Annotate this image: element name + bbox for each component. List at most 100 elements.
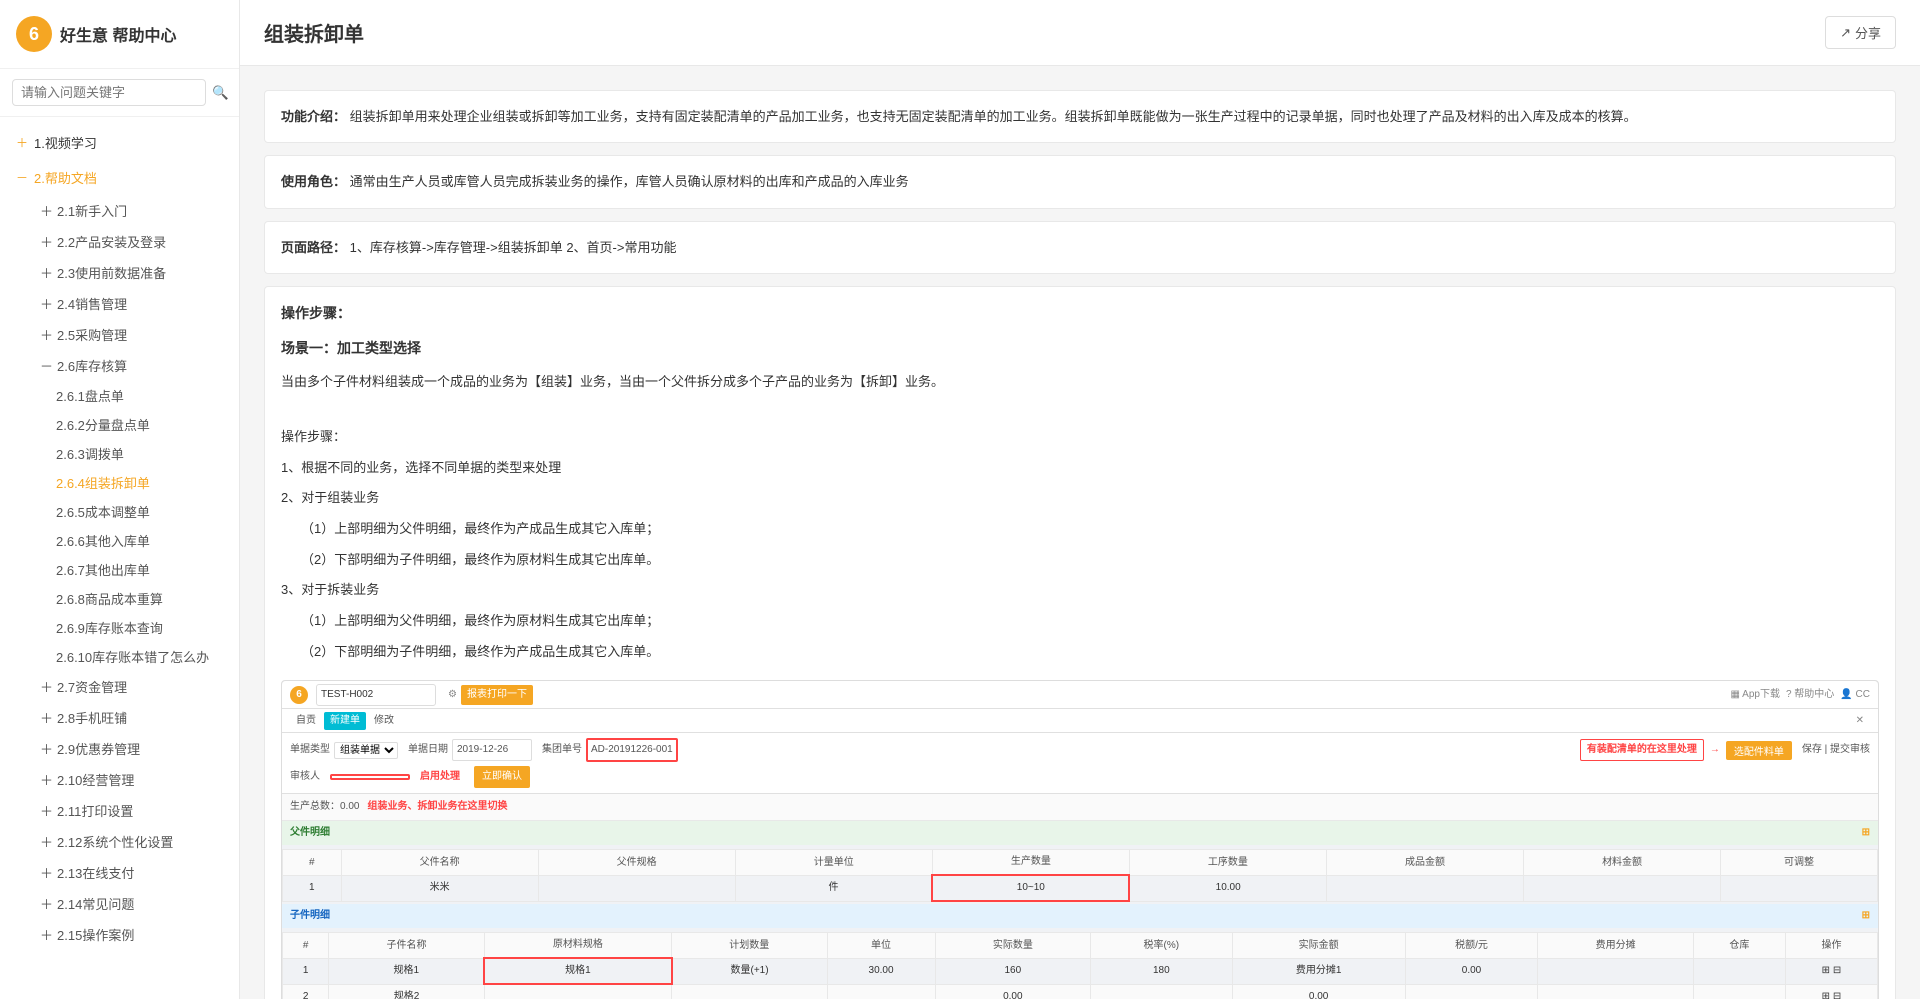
nav-item-268[interactable]: 2.6.8商品成本重算 [40, 584, 239, 613]
mock-field-date: 单据日期 2019-12-26 [408, 739, 532, 761]
plus-icon-210: ＋ [40, 770, 53, 789]
plus-icon-215: ＋ [40, 925, 53, 944]
nav-item-26[interactable]: － 2.6库存核算 [24, 350, 239, 381]
mock-approver-label: 审核人 [290, 768, 320, 786]
step2a: （1）上部明细为父件明细，最终作为产成品生成其它入库单； [281, 517, 1879, 542]
nav-item-266[interactable]: 2.6.6其他入库单 [40, 526, 239, 555]
nav-item-265[interactable]: 2.6.5成本调整单 [40, 497, 239, 526]
nav-sub-2: ＋ 2.1新手入门 ＋ 2.2产品安装及登录 ＋ 2.3使用前数据准备 ＋ 2.… [0, 195, 239, 950]
mock-logo: 6 [290, 686, 308, 704]
step3a: （1）上部明细为父件明细，最终作为原材料生成其它出库单； [281, 609, 1879, 634]
mock-col-no: # [283, 850, 342, 876]
step3b: （2）下部明细为子件明细，最终作为产成品生成其它入库单。 [281, 640, 1879, 665]
mock-close-icon[interactable]: ✕ [1856, 712, 1864, 730]
plus-icon-21: ＋ [40, 201, 53, 220]
plus-icon-27: ＋ [40, 677, 53, 696]
nav-sub-26: 2.6.1盘点单 2.6.2分量盘点单 2.6.3调拨单 2.6.4组装拆卸单 … [24, 381, 239, 671]
steps-content: 当由多个子件材料组装成一个成品的业务为【组装】业务，当由一个父件拆分成多个子产品… [281, 370, 1879, 665]
step3: 3、对于拆装业务 [281, 578, 1879, 603]
screenshot-wrapper: 6 TEST-H002 ⚙ 报表打印一下 ▦ App下载 ? 帮助中心 👤 CC [281, 680, 1879, 999]
nav-item-22[interactable]: ＋ 2.2产品安装及登录 [24, 226, 239, 257]
nav-item-2610[interactable]: 2.6.10库存账本错了怎么办 [40, 642, 239, 671]
plus-icon-25: ＋ [40, 325, 53, 344]
mock-col-parent-name: 父件名称 [341, 850, 538, 876]
mock-confirm-btn[interactable]: 立即确认 [474, 766, 530, 788]
app-logo: 6 [16, 16, 52, 52]
mock-lower-table-area: # 子件名称 原材料规格 计划数量 单位 实际数量 税率(%) 实际金额 税额/ [282, 928, 1878, 999]
mock-menu-edit[interactable]: 修改 [368, 712, 400, 730]
role-label: 使用角色： [281, 174, 346, 189]
mock-date-input[interactable]: 2019-12-26 [452, 739, 532, 761]
nav-item-21[interactable]: ＋ 2.1新手入门 [24, 195, 239, 226]
intro-text: 组装拆卸单用来处理企业组装或拆卸等加工业务，支持有固定装配清单的产品加工业务，也… [350, 109, 1637, 124]
ops-steps-title: 操作步骤： [281, 425, 1879, 450]
mock-no-input[interactable]: AD-20191226-001 [586, 738, 678, 762]
mock-approver-input[interactable] [330, 774, 410, 780]
mock-produce-qty-highlight[interactable]: 10~10 [932, 875, 1129, 901]
mock-lower-table: # 子件名称 原材料规格 计划数量 单位 实际数量 税率(%) 实际金额 税额/ [282, 932, 1878, 999]
role-block: 使用角色： 通常由生产人员或库管人员完成拆装业务的操作，库管人员确认原材料的出库… [264, 155, 1896, 208]
mock-lower-table-wrapper: # 子件名称 原材料规格 计划数量 单位 实际数量 税率(%) 实际金额 税额/ [282, 928, 1878, 999]
scenario1-desc: 当由多个子件材料组装成一个成品的业务为【组装】业务，当由一个父件拆分成多个子产品… [281, 370, 1879, 395]
search-button[interactable]: 🔍 [212, 85, 229, 101]
share-button[interactable]: ↗ 分享 [1825, 16, 1896, 49]
mock-app: 6 TEST-H002 ⚙ 报表打印一下 ▦ App下载 ? 帮助中心 👤 CC [282, 681, 1878, 999]
mock-col-unit: 计量单位 [735, 850, 932, 876]
mock-toolbar-area: 单据类型 组装单据 拆卸单据 单据日期 2019-12-26 [282, 733, 1878, 794]
nav-item-262[interactable]: 2.6.2分量盘点单 [40, 410, 239, 439]
nav-item-27[interactable]: ＋ 2.7资金管理 [24, 671, 239, 702]
mock-menu-new[interactable]: 新建单 [324, 712, 366, 730]
mock-type-select[interactable]: 组装单据 拆卸单据 [334, 742, 398, 759]
mock-field-no: 集团单号 AD-20191226-001 [542, 738, 678, 762]
nav-item-28[interactable]: ＋ 2.8手机旺铺 [24, 702, 239, 733]
mock-upper-expand-btn[interactable]: ⊞ [1862, 824, 1870, 842]
nav-item-23[interactable]: ＋ 2.3使用前数据准备 [24, 257, 239, 288]
nav-item-263[interactable]: 2.6.3调拨单 [40, 439, 239, 468]
mock-switch-annotation: 组装业务、拆卸业务在这里切换 [367, 798, 507, 816]
plus-icon-214: ＋ [40, 894, 53, 913]
mock-col-produce-qty: 生产数量 [932, 850, 1129, 876]
share-icon: ↗ [1840, 25, 1851, 41]
mock-toolbar-row2: 审核人 启用处理 立即确认 [290, 766, 1870, 788]
nav-item-264[interactable]: 2.6.4组装拆卸单 [40, 468, 239, 497]
mock-enable-annotation: 启用处理 [420, 768, 460, 786]
nav-tree: ＋ 1.视频学习 － 2.帮助文档 ＋ 2.1新手入门 ＋ 2.2产品安装及登录 [0, 117, 239, 999]
plus-icon-212: ＋ [40, 832, 53, 851]
mock-topbar-label: ⚙ [448, 686, 457, 704]
nav-item-214[interactable]: ＋ 2.14常见问题 [24, 888, 239, 919]
mock-apps-icon: ▦ App下载 [1731, 686, 1780, 704]
mock-bom-area: 有装配清单的在这里处理 → 选配件料单 保存 | 提交审核 [1580, 739, 1870, 761]
search-input[interactable] [12, 79, 206, 106]
plus-icon-29: ＋ [40, 739, 53, 758]
mock-menubar: 自贡 新建单 修改 ✕ [282, 709, 1878, 733]
main-content: 组装拆卸单 ↗ 分享 功能介绍： 组装拆卸单用来处理企业组装或拆卸等加工业务，支… [240, 0, 1920, 999]
page-title: 组装拆卸单 [264, 18, 364, 47]
mock-lower-expand-btn[interactable]: ⊞ [1862, 907, 1870, 925]
app-title: 好生意 帮助中心 [60, 22, 176, 46]
mock-menu-home[interactable]: 自贡 [290, 712, 322, 730]
collapse-icon-2: － [16, 169, 28, 186]
mock-topbar-btn[interactable]: 报表打印一下 [461, 685, 533, 705]
nav-item-267[interactable]: 2.6.7其他出库单 [40, 555, 239, 584]
nav-item-29[interactable]: ＋ 2.9优惠券管理 [24, 733, 239, 764]
mock-spec-highlight[interactable]: 规格1 [484, 958, 671, 984]
nav-item-25[interactable]: ＋ 2.5采购管理 [24, 319, 239, 350]
nav-item-213[interactable]: ＋ 2.13在线支付 [24, 857, 239, 888]
expand-icon-1: ＋ [16, 134, 28, 151]
nav-section-1-label[interactable]: ＋ 1.视频学习 [0, 125, 239, 160]
nav-item-269[interactable]: 2.6.9库存账本查询 [40, 613, 239, 642]
table-row: 2 规格2 0.00 0.00 [283, 984, 1878, 999]
page-header: 组装拆卸单 ↗ 分享 [240, 0, 1920, 66]
nav-item-261[interactable]: 2.6.1盘点单 [40, 381, 239, 410]
nav-item-215[interactable]: ＋ 2.15操作案例 [24, 919, 239, 950]
mock-select-bom-btn[interactable]: 选配件料单 [1726, 741, 1792, 760]
nav-item-211[interactable]: ＋ 2.11打印设置 [24, 795, 239, 826]
nav-item-210[interactable]: ＋ 2.10经营管理 [24, 764, 239, 795]
mock-extra-btns: 保存 | 提交审核 [1802, 741, 1870, 759]
plus-icon-22: ＋ [40, 232, 53, 251]
plus-icon-23: ＋ [40, 263, 53, 282]
nav-section-2-label[interactable]: － 2.帮助文档 [0, 160, 239, 195]
nav-item-212[interactable]: ＋ 2.12系统个性化设置 [24, 826, 239, 857]
nav-item-24[interactable]: ＋ 2.4销售管理 [24, 288, 239, 319]
minus-icon-26: － [40, 356, 53, 375]
